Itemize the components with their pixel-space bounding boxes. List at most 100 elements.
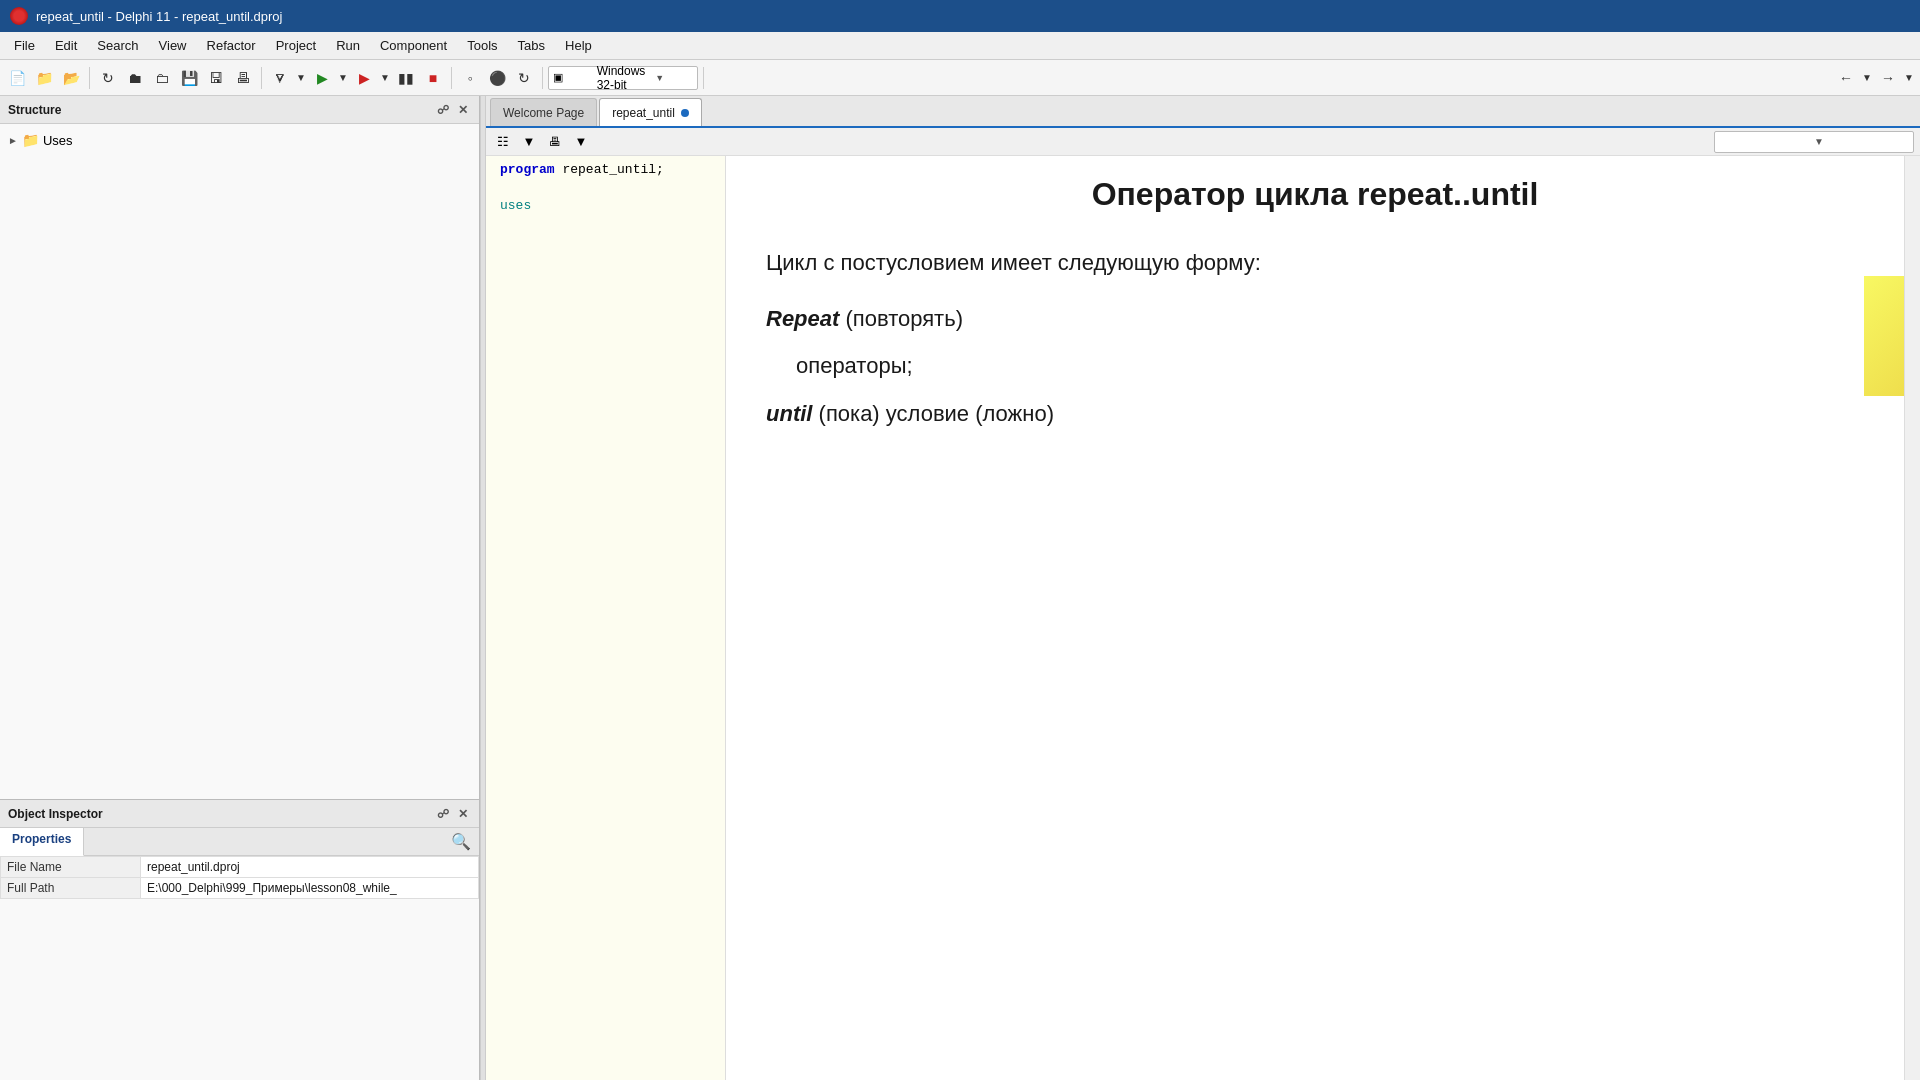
structure-header-icons: ☍ ✕ xyxy=(435,102,471,118)
menu-run[interactable]: Run xyxy=(326,36,370,55)
code-lines: program repeat_until; uses xyxy=(486,162,725,216)
welcome-line1-rest: (повторять) xyxy=(839,306,963,331)
ct-scope-dropdown[interactable]: ▼ xyxy=(1714,131,1914,153)
new-button[interactable]: 📄 xyxy=(4,65,30,91)
build-button[interactable]: ⛛ xyxy=(267,65,293,91)
welcome-intro: Цикл с постусловием имеет следующую форм… xyxy=(766,243,1864,283)
pause-button[interactable]: ▮▮ xyxy=(393,65,419,91)
tab-bar: Welcome Page repeat_until xyxy=(486,96,1920,128)
welcome-line3-rest: (пока) условие (ложно) xyxy=(812,401,1054,426)
welcome-line1: Repeat (повторять) xyxy=(766,299,1864,339)
platform-arrow: ▼ xyxy=(655,73,693,83)
close-structure-icon[interactable]: ✕ xyxy=(455,102,471,118)
sep5 xyxy=(703,67,704,89)
run2-dropdown[interactable]: ▼ xyxy=(378,65,392,91)
folder-icon-uses: 📁 xyxy=(22,132,39,148)
oi-search-icon[interactable]: 🔍 xyxy=(443,828,479,855)
menu-tabs[interactable]: Tabs xyxy=(508,36,555,55)
debug2-button[interactable]: ⚫ xyxy=(484,65,510,91)
back-dropdown[interactable]: ▼ xyxy=(1860,65,1874,91)
run2-button[interactable]: ▶ xyxy=(351,65,377,91)
tab-welcome[interactable]: Welcome Page xyxy=(490,98,597,126)
menu-help[interactable]: Help xyxy=(555,36,602,55)
oi-row-fullpath: Full Path E:\000_Delphi\999_Примеры\less… xyxy=(1,878,479,899)
oi-col-val-filename: repeat_until.dproj xyxy=(141,857,479,878)
tab-repeat-until[interactable]: repeat_until xyxy=(599,98,702,126)
kw-uses: uses xyxy=(500,198,531,213)
right-accent xyxy=(1864,276,1904,396)
open-folder2-button[interactable]: 🗀 xyxy=(149,65,175,91)
oi-tab-properties[interactable]: Properties xyxy=(0,828,84,856)
left-panel: Structure ☍ ✕ ► 📁 Uses Object Inspector … xyxy=(0,96,480,1080)
menu-view[interactable]: View xyxy=(149,36,197,55)
menu-project[interactable]: Project xyxy=(266,36,326,55)
forward-dropdown[interactable]: ▼ xyxy=(1902,65,1916,91)
title-bar: repeat_until - Delphi 11 - repeat_until.… xyxy=(0,0,1920,32)
structure-body: ► 📁 Uses xyxy=(0,124,479,156)
tree-arrow-uses: ► xyxy=(8,135,18,146)
pin-oi-icon[interactable]: ☍ xyxy=(435,806,451,822)
save-all-button[interactable]: 🖫 xyxy=(203,65,229,91)
tree-item-uses[interactable]: ► 📁 Uses xyxy=(4,130,475,150)
structure-panel: Structure ☍ ✕ ► 📁 Uses xyxy=(0,96,479,800)
platform-dropdown[interactable]: ▣ Windows 32-bit ▼ xyxy=(548,66,698,90)
stop-button[interactable]: ■ xyxy=(420,65,446,91)
welcome-line2: операторы; xyxy=(766,346,1864,386)
tab-repeat-label: repeat_until xyxy=(612,106,675,120)
oi-tab-row: Properties 🔍 xyxy=(0,828,479,856)
kw-program: program xyxy=(500,162,555,177)
right-scrollbar xyxy=(1904,156,1920,1080)
close-oi-icon[interactable]: ✕ xyxy=(455,806,471,822)
code-line-2 xyxy=(490,180,725,198)
oi-table: File Name repeat_until.dproj Full Path E… xyxy=(0,856,479,899)
welcome-title: Оператор цикла repeat..until xyxy=(766,176,1864,213)
sep4 xyxy=(542,67,543,89)
toolbar-group-new: 📄 📁 📂 xyxy=(4,65,84,91)
open2-button[interactable]: 📂 xyxy=(58,65,84,91)
toolbar-group-build: ⛛ ▼ ▶ ▼ ▶ ▼ ▮▮ ■ xyxy=(267,65,446,91)
code-text-1: program repeat_until; xyxy=(500,162,664,177)
menu-refactor[interactable]: Refactor xyxy=(197,36,266,55)
ct-grid-btn[interactable]: ☷ xyxy=(492,131,514,153)
main-layout: Structure ☍ ✕ ► 📁 Uses Object Inspector … xyxy=(0,96,1920,1080)
debug3-button[interactable]: ↻ xyxy=(511,65,537,91)
debug1-button[interactable]: ◦ xyxy=(457,65,483,91)
tree-label-uses: Uses xyxy=(43,133,73,148)
menu-edit[interactable]: Edit xyxy=(45,36,87,55)
oi-body: Properties 🔍 File Name repeat_until.dpro… xyxy=(0,828,479,899)
save-copy-button[interactable]: 🖶 xyxy=(230,65,256,91)
forward-button[interactable]: → xyxy=(1875,65,1901,91)
ct-down-btn[interactable]: ▼ xyxy=(518,131,540,153)
platform-label: Windows 32-bit xyxy=(597,64,646,92)
oi-header-icons: ☍ ✕ xyxy=(435,806,471,822)
open-button[interactable]: 📁 xyxy=(31,65,57,91)
toolbar-group-file: ↻ 🖿 🗀 💾 🖫 🖶 xyxy=(95,65,256,91)
menu-file[interactable]: File xyxy=(4,36,45,55)
reload-button[interactable]: ↻ xyxy=(95,65,121,91)
kw-repeat: Repeat xyxy=(766,306,839,331)
pin-icon[interactable]: ☍ xyxy=(435,102,451,118)
oi-col-name-fullpath: Full Path xyxy=(1,878,141,899)
sep2 xyxy=(261,67,262,89)
welcome-line3: until (пока) условие (ложно) xyxy=(766,394,1864,434)
run-dropdown[interactable]: ▼ xyxy=(336,65,350,91)
oi-title: Object Inspector xyxy=(8,807,435,821)
code-area: program repeat_until; uses xyxy=(486,156,726,1080)
content-area: program repeat_until; uses xyxy=(486,156,1920,1080)
back-button[interactable]: ← xyxy=(1833,65,1859,91)
save-button[interactable]: 💾 xyxy=(176,65,202,91)
build-dropdown[interactable]: ▼ xyxy=(294,65,308,91)
code-line-1: program repeat_until; xyxy=(490,162,725,180)
menu-component[interactable]: Component xyxy=(370,36,457,55)
menu-tools[interactable]: Tools xyxy=(457,36,507,55)
oi-row-filename: File Name repeat_until.dproj xyxy=(1,857,479,878)
run-button[interactable]: ▶ xyxy=(309,65,335,91)
ct-print-btn[interactable]: 🖶 xyxy=(544,131,566,153)
open-folder-button[interactable]: 🖿 xyxy=(122,65,148,91)
menu-search[interactable]: Search xyxy=(87,36,148,55)
ct-down2-btn[interactable]: ▼ xyxy=(570,131,592,153)
toolbar: 📄 📁 📂 ↻ 🖿 🗀 💾 🖫 🖶 ⛛ ▼ ▶ ▼ ▶ ▼ ▮▮ ■ ◦ ⚫ ↻… xyxy=(0,60,1920,96)
code-rest-1: repeat_until; xyxy=(562,162,663,177)
kw-until: until xyxy=(766,401,812,426)
sep3 xyxy=(451,67,452,89)
